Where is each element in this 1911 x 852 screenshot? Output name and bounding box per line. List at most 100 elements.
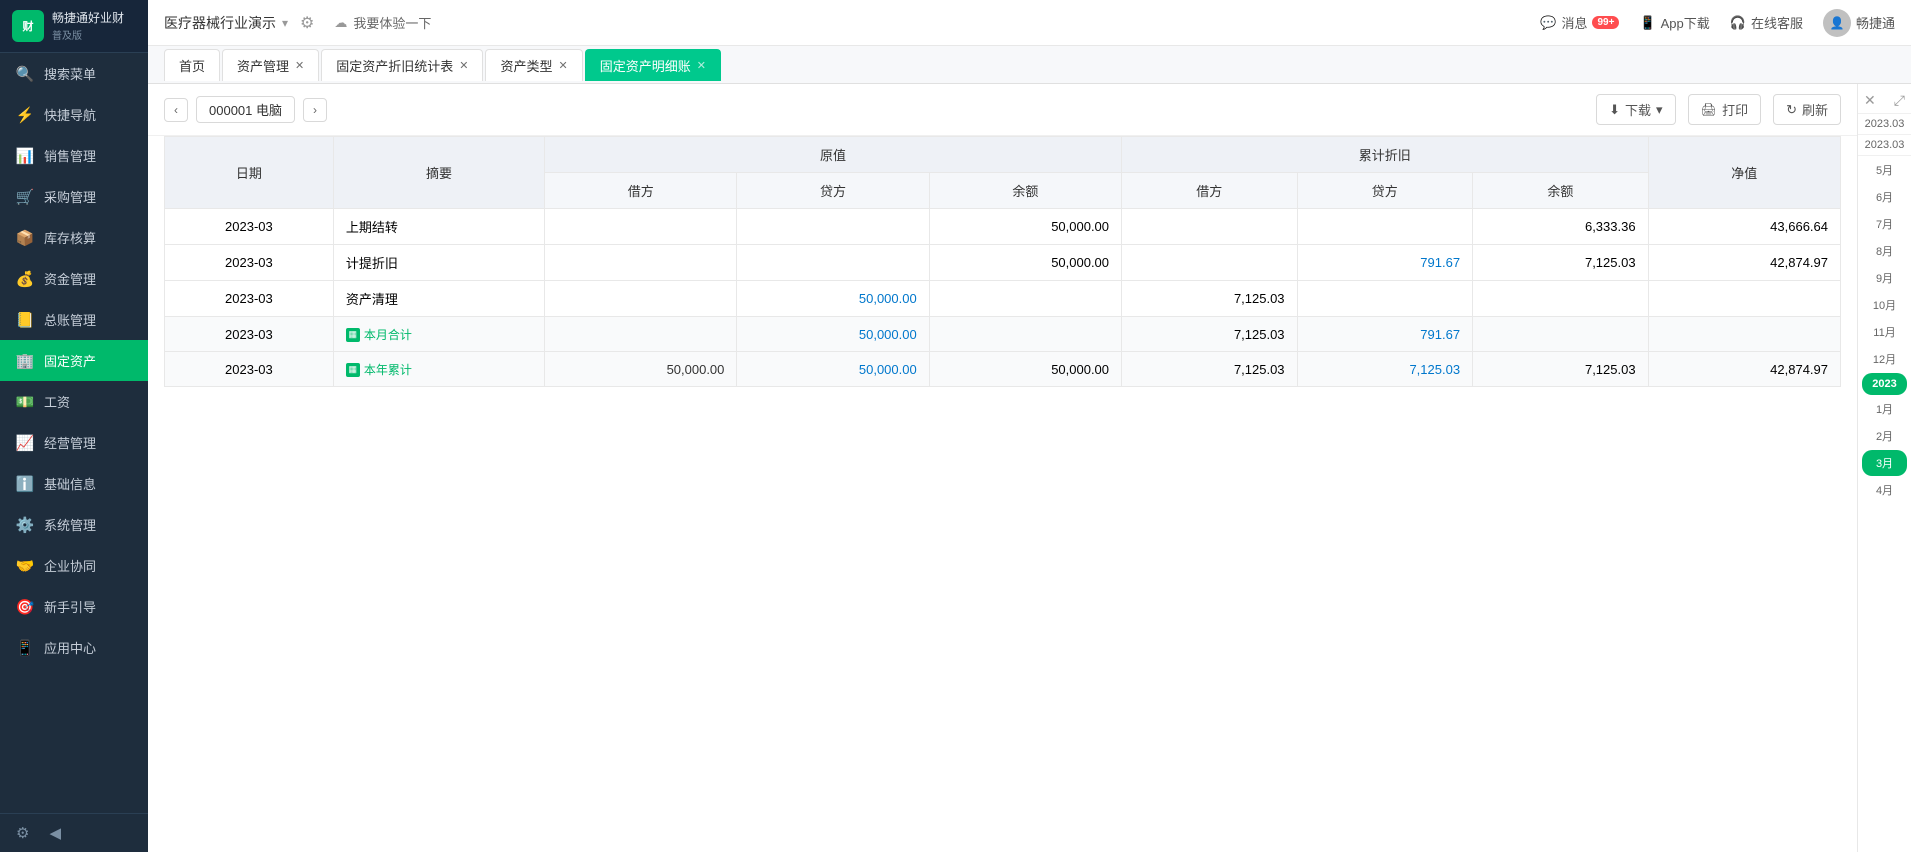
tab-label-home: 首页 [179, 56, 205, 75]
cell-accum-balance [1473, 281, 1649, 317]
timeline-panel: ✕ ⤢ 2023.03 2023.03 5月6月7月8月9月10月11月12月2… [1857, 84, 1911, 852]
main-content: 医疗器械行业演示 ▾ ⚙ ☁ 我要体验一下 💬 消息 99+ 📱 App下载 🎧… [148, 0, 1911, 852]
download-icon: 📱 [1639, 15, 1655, 31]
cell-orig-debit [545, 317, 737, 352]
topbar-experience[interactable]: ☁ 我要体验一下 [334, 13, 431, 32]
next-asset-button[interactable]: › [303, 98, 327, 122]
col-accum-balance: 余额 [1473, 173, 1649, 209]
timeline-month-5月[interactable]: 5月 [1862, 157, 1907, 183]
sidebar-icon-quicknav: ⚡ [16, 106, 34, 124]
cell-accum-credit [1297, 209, 1473, 245]
sidebar-label-purchase: 采购管理 [44, 187, 96, 206]
tab-asset-detail[interactable]: 固定资产明细账 ✕ [585, 49, 721, 81]
sidebar-item-cooperation[interactable]: 🤝 企业协同 [0, 545, 148, 586]
asset-toolbar: ‹ 000001 电脑 › ⬇ 下载 ▾ 🖨 打印 ↻ 刷新 [148, 84, 1857, 136]
sidebar-item-search[interactable]: 🔍 搜索菜单 [0, 53, 148, 94]
table-row: 2023-03 资产清理 50,000.00 7,125.03 [165, 281, 1841, 317]
col-summary: 摘要 [333, 137, 544, 209]
sidebar-icon-cooperation: 🤝 [16, 557, 34, 575]
messages-button[interactable]: 💬 消息 99+ [1540, 13, 1619, 32]
cell-net-value: 42,874.97 [1648, 245, 1840, 281]
cell-accum-balance [1473, 317, 1649, 352]
cell-orig-balance: 50,000.00 [929, 209, 1121, 245]
sidebar-label-capital: 资金管理 [44, 269, 96, 288]
logo-icon: 财 [12, 10, 44, 42]
sidebar-bottom: ⚙ ◀ [0, 813, 148, 852]
cell-orig-balance [929, 281, 1121, 317]
sidebar-item-sales[interactable]: 📊 销售管理 [0, 135, 148, 176]
tab-asset-mgmt[interactable]: 资产管理✕ [222, 49, 319, 81]
sidebar-item-operations[interactable]: 📈 经营管理 [0, 422, 148, 463]
table-row: 2023-03 上期结转 50,000.00 6,333.36 43,666.6… [165, 209, 1841, 245]
sidebar-item-salary[interactable]: 💵 工资 [0, 381, 148, 422]
timeline-expand-button[interactable]: ⤢ [1894, 92, 1905, 109]
cell-orig-debit [545, 209, 737, 245]
sidebar-label-salary: 工资 [44, 392, 70, 411]
cell-accum-debit: 7,125.03 [1122, 352, 1298, 387]
sidebar-item-fixedassets[interactable]: 🏢 固定资产 [0, 340, 148, 381]
tab-home[interactable]: 首页 [164, 49, 220, 81]
timeline-year-badge[interactable]: 2023 [1862, 373, 1907, 395]
sidebar-icon-sysmanage: ⚙️ [16, 516, 34, 534]
topbar-dropdown-icon[interactable]: ▾ [282, 16, 288, 30]
sidebar-item-inventory[interactable]: 📦 库存核算 [0, 217, 148, 258]
cell-accum-debit: 7,125.03 [1122, 317, 1298, 352]
timeline-close-button[interactable]: ✕ [1864, 92, 1876, 109]
timeline-month-6月[interactable]: 6月 [1862, 184, 1907, 210]
sidebar-item-appcenter[interactable]: 📱 应用中心 [0, 627, 148, 668]
settings-icon[interactable]: ⚙ [16, 824, 29, 842]
customer-service-button[interactable]: 🎧 在线客服 [1730, 13, 1803, 32]
sidebar-nav: 🔍 搜索菜单 ⚡ 快捷导航 📊 销售管理 🛒 采购管理 📦 库存核算 💰 资金管… [0, 53, 148, 813]
sidebar-item-quicknav[interactable]: ⚡ 快捷导航 [0, 94, 148, 135]
cell-date: 2023-03 [165, 317, 334, 352]
timeline-month-8月[interactable]: 8月 [1862, 238, 1907, 264]
download-dropdown-icon: ▾ [1656, 102, 1663, 118]
timeline-month-11月[interactable]: 11月 [1862, 319, 1907, 345]
sidebar-item-basicinfo[interactable]: ℹ️ 基础信息 [0, 463, 148, 504]
collapse-icon[interactable]: ◀ [49, 824, 61, 842]
timeline-month-3月[interactable]: 3月 [1862, 450, 1907, 476]
print-button[interactable]: 🖨 打印 [1688, 94, 1762, 125]
col-accum-debit: 借方 [1122, 173, 1298, 209]
tab-close-asset-detail[interactable]: ✕ [697, 59, 706, 72]
timeline-month-12月[interactable]: 12月 [1862, 346, 1907, 372]
user-menu-button[interactable]: 👤 畅捷通 [1823, 9, 1895, 37]
asset-detail-table: 日期 摘要 原值 累计折旧 净值 借方 贷方 余额 借方 贷方 余额 [164, 136, 1841, 387]
timeline-month-9月[interactable]: 9月 [1862, 265, 1907, 291]
refresh-button[interactable]: ↻ 刷新 [1773, 94, 1841, 125]
download-button[interactable]: ⬇ 下载 ▾ [1596, 94, 1675, 125]
timeline-month-1月[interactable]: 1月 [1862, 396, 1907, 422]
timeline-month-7月[interactable]: 7月 [1862, 211, 1907, 237]
tab-asset-type[interactable]: 资产类型✕ [485, 49, 582, 81]
timeline-month-2月[interactable]: 2月 [1862, 423, 1907, 449]
tab-close-depreciation-stats[interactable]: ✕ [459, 59, 468, 72]
topbar-settings-icon[interactable]: ⚙ [300, 13, 314, 33]
cell-accum-balance: 7,125.03 [1473, 245, 1649, 281]
prev-asset-button[interactable]: ‹ [164, 98, 188, 122]
sidebar-item-guide[interactable]: 🎯 新手引导 [0, 586, 148, 627]
asset-code-badge: 000001 电脑 [196, 96, 295, 123]
sidebar-label-cooperation: 企业协同 [44, 556, 96, 575]
app-download-button[interactable]: 📱 App下载 [1639, 13, 1709, 32]
sidebar-item-ledger[interactable]: 📒 总账管理 [0, 299, 148, 340]
table-row: 2023-03 计提折旧 50,000.00 791.67 7,125.03 4… [165, 245, 1841, 281]
sum-icon: ▦ [346, 363, 360, 377]
sidebar-item-sysmanage[interactable]: ⚙️ 系统管理 [0, 504, 148, 545]
tab-close-asset-mgmt[interactable]: ✕ [295, 59, 304, 72]
timeline-items-container: 5月6月7月8月9月10月11月12月20231月2月3月4月 [1858, 156, 1911, 504]
timeline-month-4月[interactable]: 4月 [1862, 477, 1907, 503]
cell-accum-balance: 7,125.03 [1473, 352, 1649, 387]
tab-label-asset-detail: 固定资产明细账 [600, 56, 691, 75]
content-area: ‹ 000001 电脑 › ⬇ 下载 ▾ 🖨 打印 ↻ 刷新 [148, 84, 1911, 852]
sidebar-label-search: 搜索菜单 [44, 64, 96, 83]
sidebar-item-capital[interactable]: 💰 资金管理 [0, 258, 148, 299]
tab-close-asset-type[interactable]: ✕ [559, 59, 568, 72]
timeline-month-10月[interactable]: 10月 [1862, 292, 1907, 318]
sidebar-item-purchase[interactable]: 🛒 采购管理 [0, 176, 148, 217]
download-icon: ⬇ [1609, 102, 1620, 118]
tab-depreciation-stats[interactable]: 固定资产折旧统计表✕ [321, 49, 483, 81]
sidebar-icon-search: 🔍 [16, 65, 34, 83]
cell-orig-balance: 50,000.00 [929, 245, 1121, 281]
toolbar-right-actions: ⬇ 下载 ▾ 🖨 打印 ↻ 刷新 [1596, 94, 1841, 125]
sidebar-logo: 财 畅捷通好业财 普及版 [0, 0, 148, 53]
